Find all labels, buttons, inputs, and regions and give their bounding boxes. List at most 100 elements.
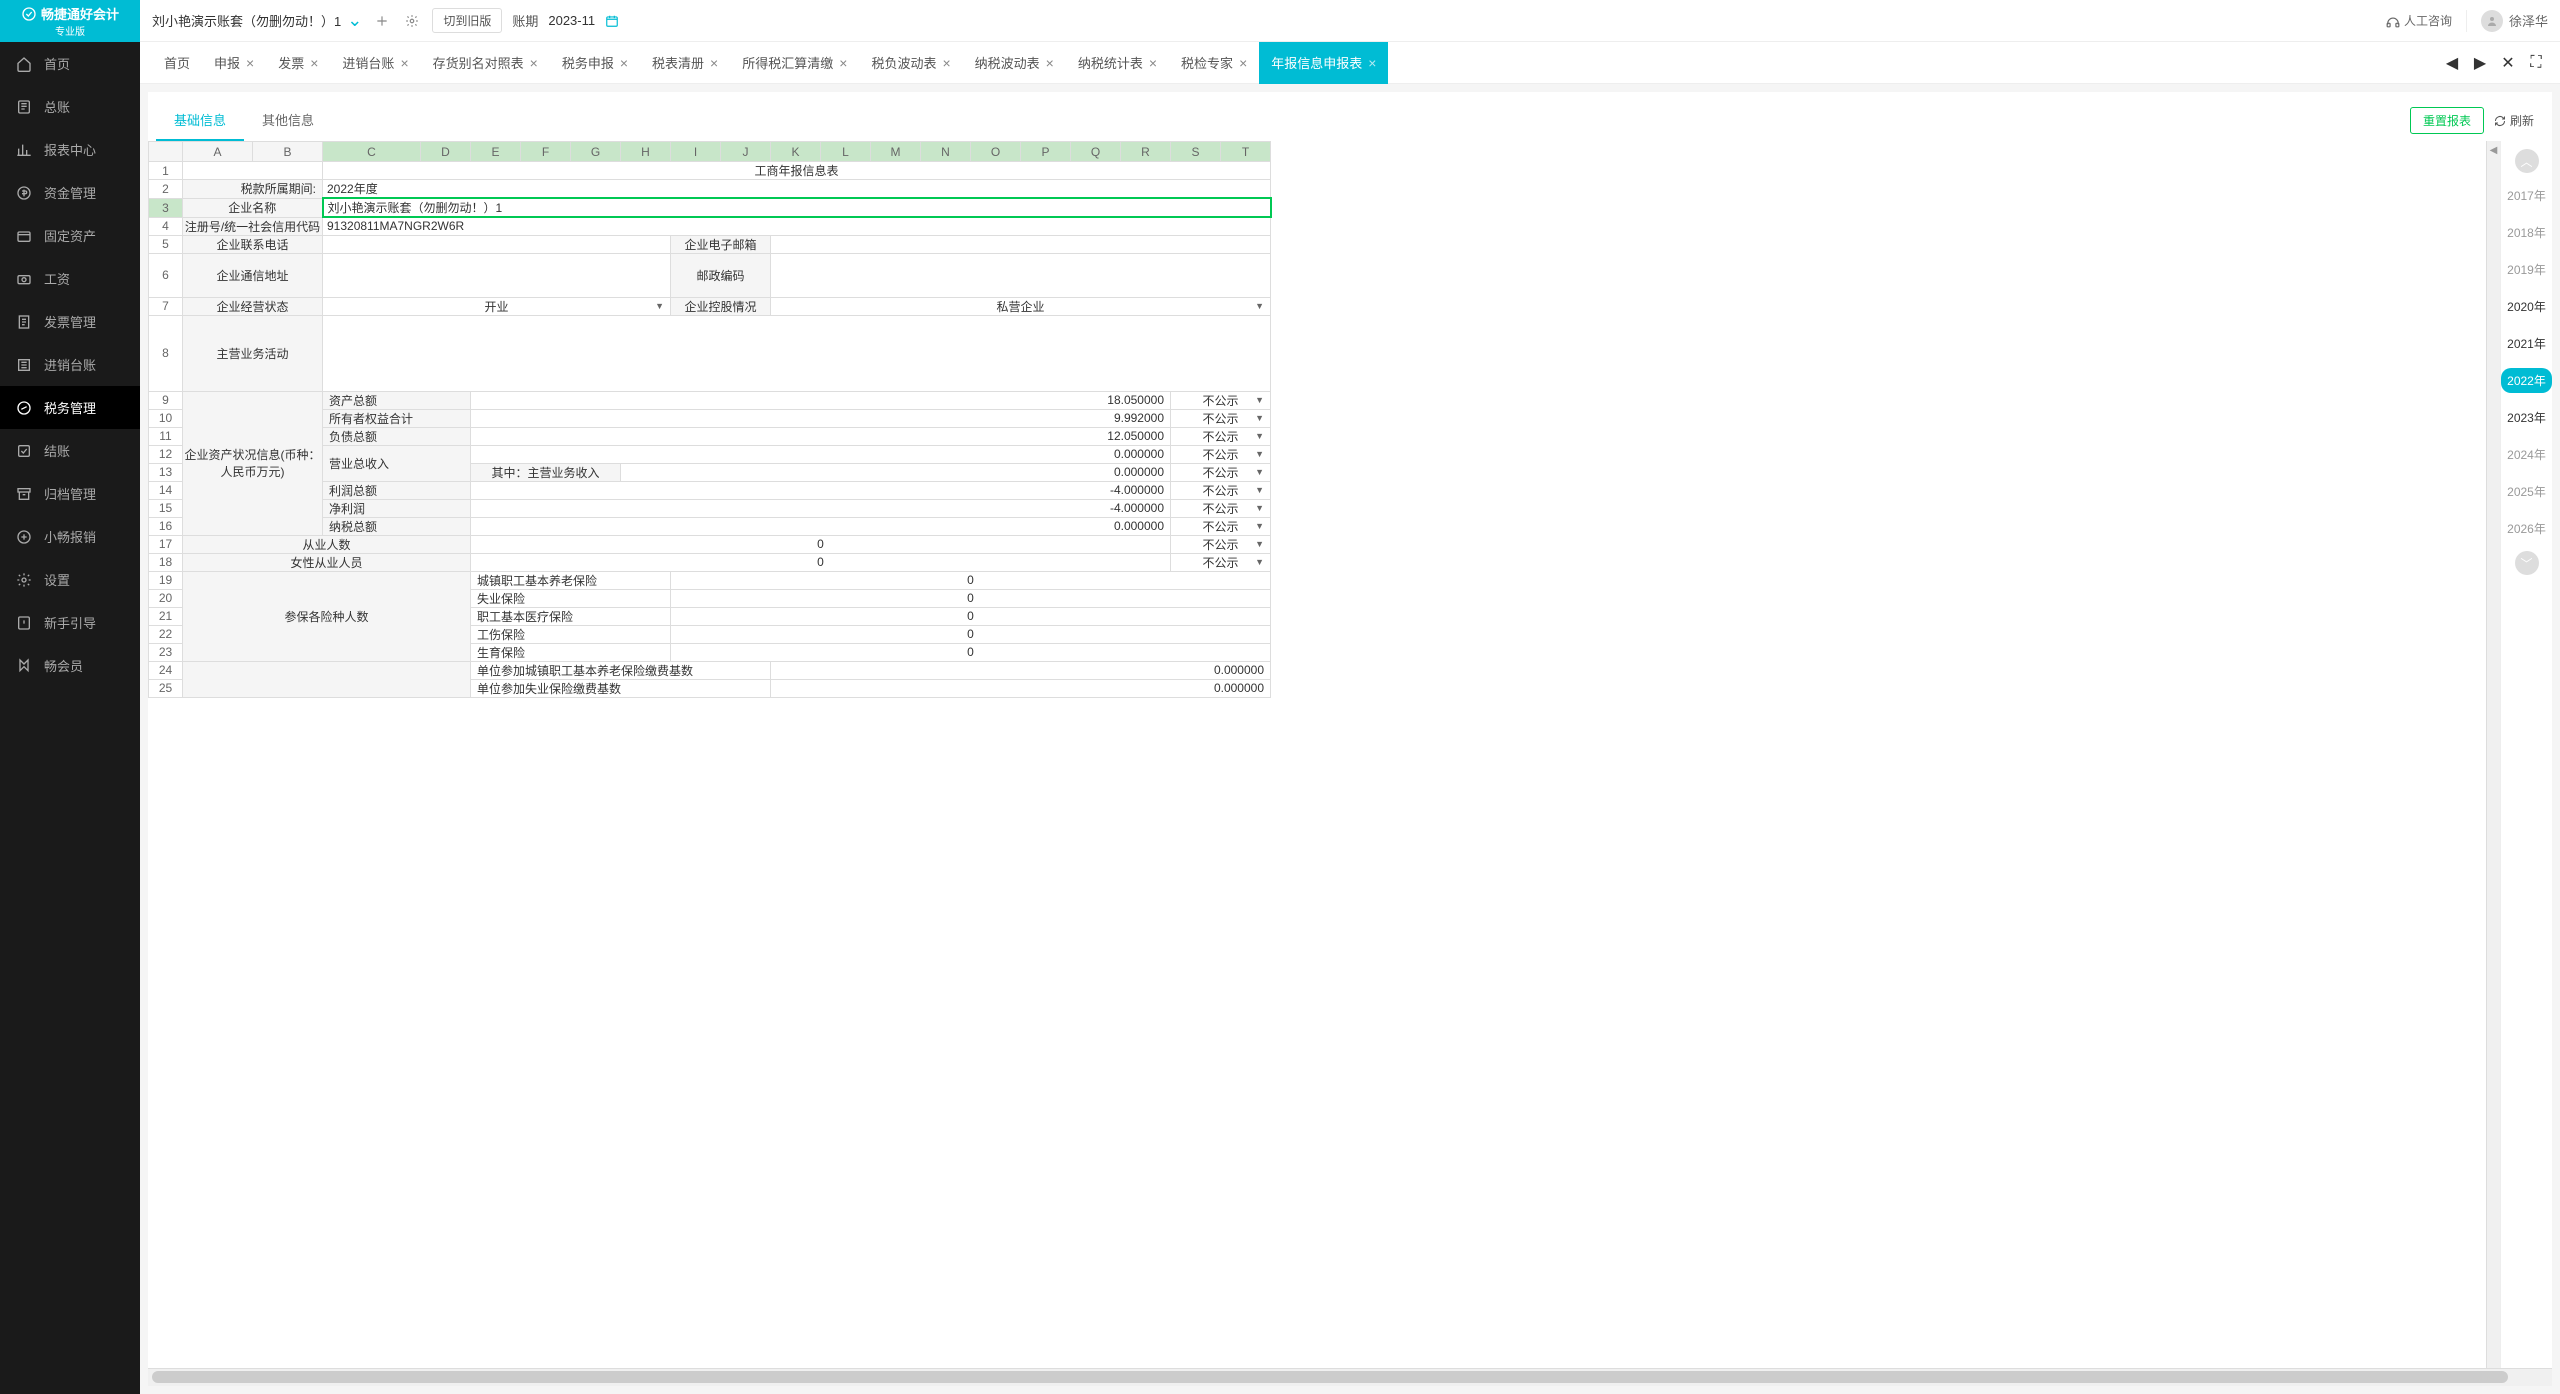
tab-所得税汇算清缴[interactable]: 所得税汇算清缴× — [730, 42, 859, 84]
row-header[interactable]: 19 — [149, 571, 183, 589]
tab-申报[interactable]: 申报× — [202, 42, 266, 84]
tab-close-icon[interactable]: × — [1046, 55, 1054, 71]
sidebar-item-结账[interactable]: 结账 — [0, 429, 140, 472]
column-header[interactable]: L — [821, 142, 871, 162]
row-header[interactable]: 25 — [149, 679, 183, 697]
dropdown-cell[interactable]: 不公示 — [1171, 553, 1271, 571]
column-header[interactable]: Q — [1071, 142, 1121, 162]
row-header[interactable]: 13 — [149, 463, 183, 481]
tab-close-icon[interactable]: × — [1239, 55, 1247, 71]
column-header[interactable]: S — [1171, 142, 1221, 162]
cell-value[interactable]: 单位参加失业保险缴费基数 — [471, 679, 771, 697]
account-selector[interactable]: 刘小艳演示账套（勿删勿动！）1 ⌄ — [152, 10, 362, 31]
row-header[interactable]: 3 — [149, 198, 183, 217]
year-item[interactable]: 2026年 — [2501, 516, 2552, 541]
calendar-icon[interactable] — [605, 14, 619, 28]
sidebar-item-进销台账[interactable]: 进销台账 — [0, 343, 140, 386]
tab-close-icon[interactable]: × — [1149, 55, 1157, 71]
cell-value[interactable]: 2022年度 — [323, 180, 1271, 199]
tab-税检专家[interactable]: 税检专家× — [1169, 42, 1259, 84]
row-header[interactable]: 17 — [149, 535, 183, 553]
year-item[interactable]: 2022年 — [2501, 368, 2552, 393]
cell-value[interactable]: 0.000000 — [471, 445, 1171, 463]
tab-首页[interactable]: 首页 — [152, 42, 202, 84]
tab-税表清册[interactable]: 税表清册× — [640, 42, 730, 84]
switch-old-version-button[interactable]: 切到旧版 — [432, 8, 502, 33]
row-header[interactable]: 20 — [149, 589, 183, 607]
cell-value[interactable] — [323, 253, 671, 297]
column-header[interactable]: O — [971, 142, 1021, 162]
column-header[interactable]: I — [671, 142, 721, 162]
sidebar-item-首页[interactable]: 首页 — [0, 42, 140, 85]
row-header[interactable]: 5 — [149, 235, 183, 253]
column-header[interactable]: P — [1021, 142, 1071, 162]
dropdown-cell[interactable]: 不公示 — [1171, 499, 1271, 517]
cell-value[interactable] — [771, 235, 1271, 253]
year-item[interactable]: 2017年 — [2501, 183, 2552, 208]
row-header[interactable]: 22 — [149, 625, 183, 643]
tabs-next-button[interactable]: ▶ — [2468, 51, 2492, 75]
tab-close-icon[interactable]: × — [839, 55, 847, 71]
cell-value[interactable]: 0 — [671, 589, 1271, 607]
cell-value[interactable] — [323, 235, 671, 253]
row-header[interactable]: 6 — [149, 253, 183, 297]
sidebar-item-发票管理[interactable]: 发票管理 — [0, 300, 140, 343]
add-button[interactable] — [372, 11, 392, 31]
column-header[interactable]: N — [921, 142, 971, 162]
tab-税负波动表[interactable]: 税负波动表× — [859, 42, 962, 84]
tab-close-icon[interactable]: × — [942, 55, 950, 71]
row-header[interactable]: 7 — [149, 297, 183, 315]
tabs-prev-button[interactable]: ◀ — [2440, 51, 2464, 75]
dropdown-cell[interactable]: 不公示 — [1171, 463, 1271, 481]
collapse-handle[interactable]: ◀ — [2486, 141, 2500, 1368]
column-header[interactable]: H — [621, 142, 671, 162]
dropdown-cell[interactable]: 私营企业 — [771, 297, 1271, 315]
cell-value[interactable]: 0.000000 — [771, 661, 1271, 679]
row-header[interactable]: 24 — [149, 661, 183, 679]
dropdown-cell[interactable]: 不公示 — [1171, 445, 1271, 463]
cell-value[interactable]: 生育保险 — [471, 643, 671, 661]
row-header[interactable]: 11 — [149, 427, 183, 445]
sheet-area[interactable]: ABCDEFGHIJKLMNOPQRST1工商年报信息表2税款所属期间:2022… — [148, 141, 2486, 1368]
tab-close-icon[interactable]: × — [400, 55, 408, 71]
tab-税务申报[interactable]: 税务申报× — [550, 42, 640, 84]
column-header[interactable]: A — [183, 142, 253, 162]
year-item[interactable]: 2021年 — [2501, 331, 2552, 356]
year-item[interactable]: 2025年 — [2501, 479, 2552, 504]
dropdown-cell[interactable]: 不公示 — [1171, 391, 1271, 409]
column-header[interactable]: C — [323, 142, 421, 162]
cell-value[interactable]: 城镇职工基本养老保险 — [471, 571, 671, 589]
column-header[interactable]: D — [421, 142, 471, 162]
row-header[interactable]: 8 — [149, 315, 183, 391]
tab-close-icon[interactable]: × — [310, 55, 318, 71]
sidebar-item-畅会员[interactable]: 畅会员 — [0, 644, 140, 687]
year-item[interactable]: 2023年 — [2501, 405, 2552, 430]
cell-value[interactable]: 12.050000 — [471, 427, 1171, 445]
year-item[interactable]: 2019年 — [2501, 257, 2552, 282]
user-menu[interactable]: 徐泽华 — [2466, 10, 2548, 32]
row-header[interactable]: 21 — [149, 607, 183, 625]
sidebar-item-税务管理[interactable]: 税务管理 — [0, 386, 140, 429]
cell-value[interactable]: 职工基本医疗保险 — [471, 607, 671, 625]
tab-close-icon[interactable]: × — [246, 55, 254, 71]
dropdown-cell[interactable]: 不公示 — [1171, 517, 1271, 535]
cell-value[interactable]: 0.000000 — [621, 463, 1171, 481]
cell-value[interactable]: 0.000000 — [471, 517, 1171, 535]
sub-tab-基础信息[interactable]: 基础信息 — [156, 100, 244, 141]
year-item[interactable]: 2018年 — [2501, 220, 2552, 245]
column-header[interactable]: E — [471, 142, 521, 162]
cell-value[interactable]: 0 — [671, 643, 1271, 661]
cell-value[interactable]: 失业保险 — [471, 589, 671, 607]
cell-value[interactable] — [323, 315, 1271, 391]
column-header[interactable]: K — [771, 142, 821, 162]
dropdown-cell[interactable]: 不公示 — [1171, 535, 1271, 553]
tab-close-icon[interactable]: × — [620, 55, 628, 71]
cell-value[interactable] — [771, 253, 1271, 297]
cell-value[interactable]: 0 — [471, 553, 1171, 571]
sub-tab-其他信息[interactable]: 其他信息 — [244, 100, 332, 141]
row-header[interactable]: 23 — [149, 643, 183, 661]
tab-纳税波动表[interactable]: 纳税波动表× — [963, 42, 1066, 84]
dropdown-cell[interactable]: 不公示 — [1171, 409, 1271, 427]
cell-value[interactable]: 0 — [471, 535, 1171, 553]
row-header[interactable]: 16 — [149, 517, 183, 535]
